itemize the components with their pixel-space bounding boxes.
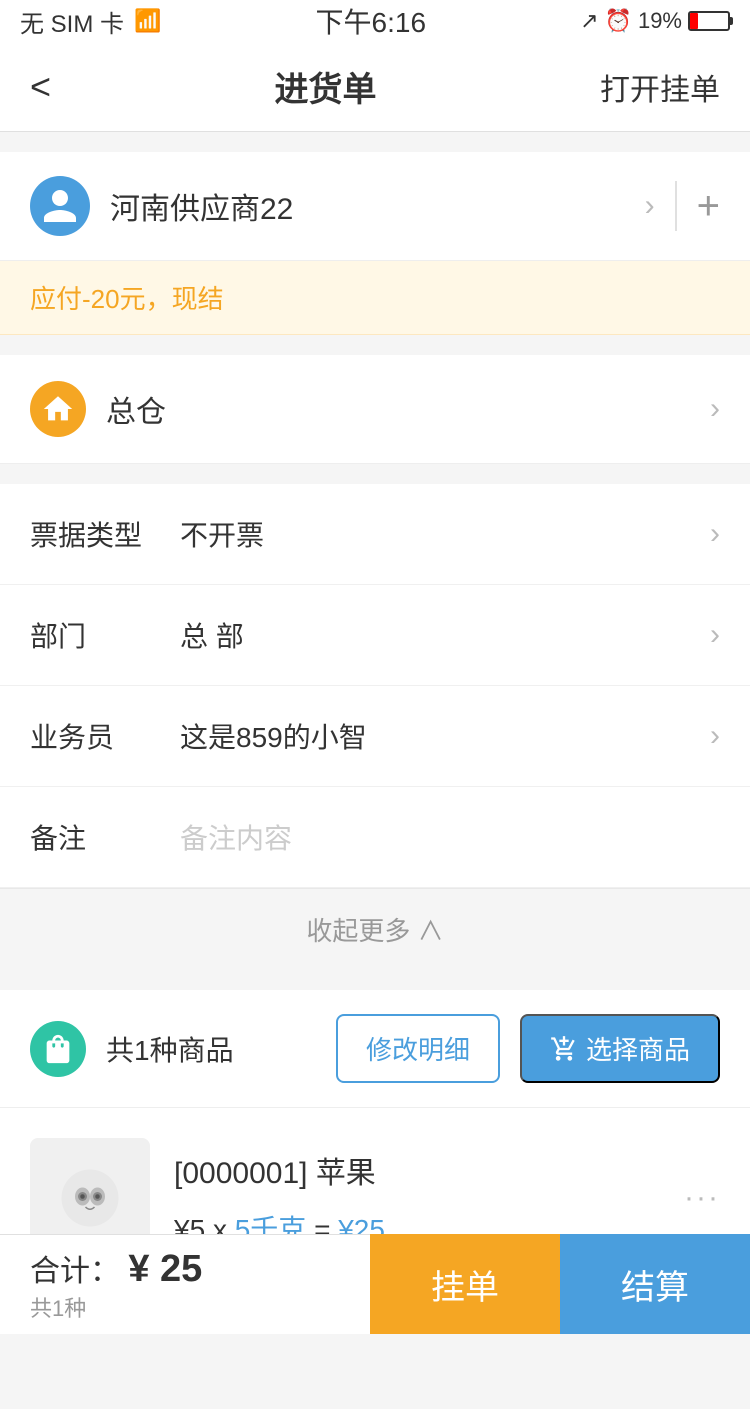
- status-right: ↗ ⏰ 19%: [580, 8, 730, 34]
- supplier-chevron-icon: ›: [645, 189, 655, 223]
- checkout-button[interactable]: 结算: [560, 1234, 750, 1334]
- total-amount-row: 合计： ¥ 25: [30, 1246, 340, 1291]
- shopping-bag-icon: [41, 1032, 75, 1066]
- invoice-type-value: 不开票: [180, 514, 710, 554]
- warehouse-icon: [30, 381, 86, 437]
- product-code: [0000001]: [174, 1157, 307, 1190]
- hang-button[interactable]: 挂单: [370, 1234, 560, 1334]
- wifi-icon: 📶: [134, 8, 161, 34]
- footer-total: 合计： ¥ 25 共1种: [0, 1234, 370, 1334]
- warehouse-row[interactable]: 总仓 ›: [0, 355, 750, 464]
- product-count-text: 共1种商品: [106, 1029, 316, 1069]
- products-icon: [30, 1021, 86, 1077]
- products-header: 共1种商品 修改明细 选择商品: [0, 990, 750, 1108]
- add-supplier-button[interactable]: +: [697, 184, 720, 229]
- person-icon: [40, 186, 80, 226]
- supplier-divider: [675, 181, 677, 231]
- remark-row[interactable]: 备注 备注内容: [0, 787, 750, 888]
- status-bar: 无 SIM 卡 📶 下午6:16 ↗ ⏰ 19%: [0, 0, 750, 42]
- gap-1: [0, 132, 750, 152]
- product-title: 苹果: [316, 1157, 376, 1190]
- gap-3: [0, 464, 750, 484]
- department-value: 总 部: [180, 615, 710, 655]
- invoice-chevron-icon: ›: [710, 517, 720, 551]
- product-more-button[interactable]: ···: [684, 1181, 720, 1215]
- battery-percent: 19%: [638, 8, 682, 34]
- department-chevron-icon: ›: [710, 618, 720, 652]
- total-label: 合计：: [30, 1255, 120, 1288]
- status-left: 无 SIM 卡 📶: [20, 4, 161, 39]
- warehouse-name: 总仓: [106, 387, 710, 431]
- salesperson-chevron-icon: ›: [710, 719, 720, 753]
- form-section: 票据类型 不开票 › 部门 总 部 › 业务员 这是859的小智 › 备注 备注…: [0, 484, 750, 888]
- notice-bar: 应付-20元，现结: [0, 261, 750, 335]
- edit-detail-button[interactable]: 修改明细: [336, 1014, 500, 1083]
- salesperson-value: 这是859的小智: [180, 716, 710, 756]
- footer: 合计： ¥ 25 共1种 挂单 结算: [0, 1234, 750, 1334]
- collapse-label: 收起更多 ∧: [306, 911, 443, 948]
- alarm-icon: ⏰: [605, 8, 632, 34]
- invoice-type-row[interactable]: 票据类型 不开票 ›: [0, 484, 750, 585]
- salesperson-row[interactable]: 业务员 这是859的小智 ›: [0, 686, 750, 787]
- carrier-text: 无 SIM 卡: [20, 4, 124, 39]
- remark-input[interactable]: 备注内容: [180, 817, 720, 857]
- checkout-label: 结算: [621, 1260, 689, 1309]
- supplier-row[interactable]: 河南供应商22 › +: [0, 152, 750, 261]
- location-icon: ↗: [580, 8, 598, 34]
- page-title: 进货单: [275, 62, 377, 111]
- department-row[interactable]: 部门 总 部 ›: [0, 585, 750, 686]
- product-name: [0000001] 苹果: [174, 1148, 660, 1192]
- invoice-type-label: 票据类型: [30, 514, 160, 554]
- open-hang-button[interactable]: 打开挂单: [600, 65, 720, 109]
- select-product-label: 选择商品: [586, 1030, 690, 1067]
- warehouse-chevron-icon: ›: [710, 392, 720, 426]
- gap-4: [0, 970, 750, 990]
- product-count-sub: 共1种: [30, 1291, 340, 1323]
- back-button[interactable]: <: [30, 66, 51, 108]
- total-amount: ¥ 25: [128, 1248, 202, 1290]
- warehouse-section: 总仓 ›: [0, 355, 750, 464]
- remark-label: 备注: [30, 817, 160, 857]
- supplier-avatar: [30, 176, 90, 236]
- gap-2: [0, 335, 750, 355]
- collapse-bar[interactable]: 收起更多 ∧: [0, 888, 750, 970]
- salesperson-label: 业务员: [30, 716, 160, 756]
- battery-icon: [688, 11, 730, 31]
- status-time: 下午6:16: [316, 1, 427, 41]
- cart-plus-icon: [550, 1035, 578, 1063]
- supplier-name: 河南供应商22: [110, 184, 645, 228]
- nav-bar: < 进货单 打开挂单: [0, 42, 750, 132]
- product-info: [0000001] 苹果 ¥5 x 5千克 = ¥25: [174, 1148, 660, 1248]
- owl-logo-icon: [60, 1168, 120, 1228]
- department-label: 部门: [30, 615, 160, 655]
- hang-label: 挂单: [431, 1260, 499, 1309]
- select-product-button[interactable]: 选择商品: [520, 1014, 720, 1083]
- house-icon: [41, 392, 75, 426]
- supplier-section: 河南供应商22 › + 应付-20元，现结: [0, 152, 750, 335]
